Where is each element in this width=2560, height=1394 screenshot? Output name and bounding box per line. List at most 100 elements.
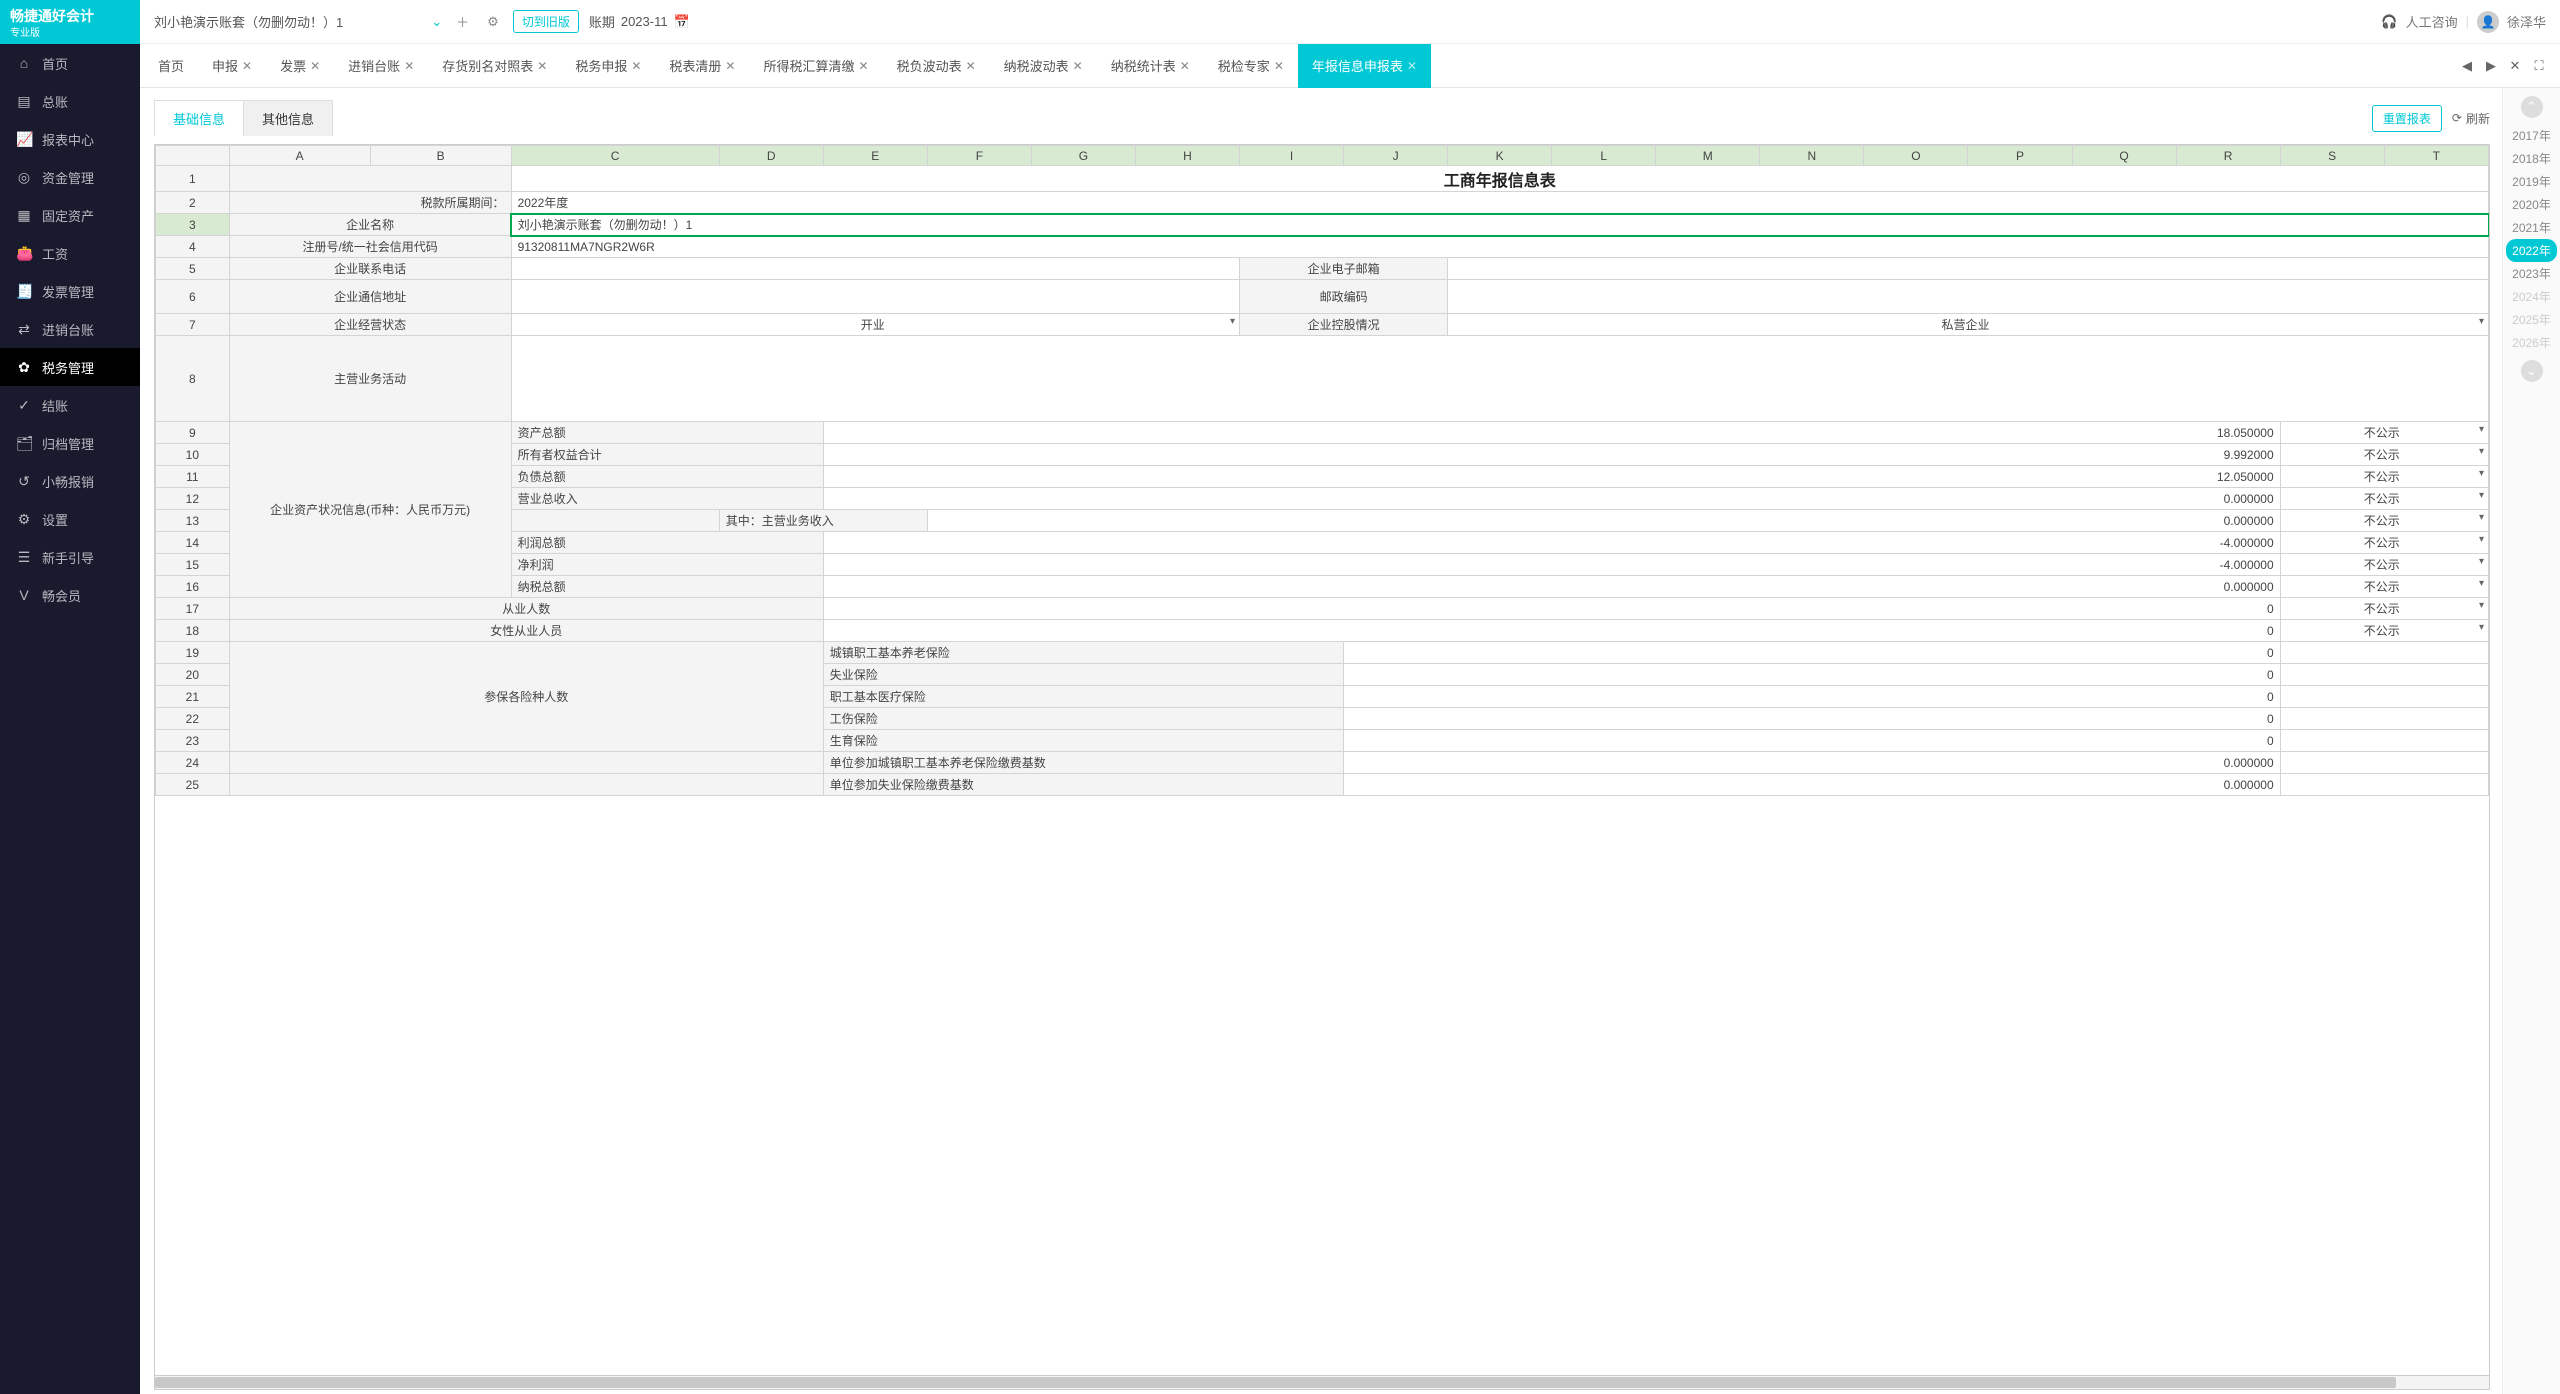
col-header[interactable]: O	[1864, 146, 1968, 166]
row-header[interactable]: 5	[156, 258, 230, 280]
row-header[interactable]: 15	[156, 554, 230, 576]
year-2025年[interactable]: 2025年	[2506, 308, 2557, 331]
close-icon[interactable]: ✕	[242, 59, 252, 73]
row-header[interactable]: 24	[156, 752, 230, 774]
col-header[interactable]: N	[1760, 146, 1864, 166]
close-icon[interactable]: ✕	[1407, 59, 1417, 73]
close-icon[interactable]: ✕	[1274, 59, 1284, 73]
sidebar-item-8[interactable]: ✿税务管理	[0, 348, 140, 386]
close-icon[interactable]: ✕	[1073, 59, 1083, 73]
sidebar-item-5[interactable]: 👛工资	[0, 234, 140, 272]
tab-4[interactable]: 存货别名对照表✕	[428, 44, 561, 88]
sidebar-item-12[interactable]: ⚙设置	[0, 500, 140, 538]
year-2018年[interactable]: 2018年	[2506, 147, 2557, 170]
switch-old-version-button[interactable]: 切到旧版	[513, 10, 579, 33]
tab-11[interactable]: 税检专家✕	[1204, 44, 1298, 88]
tabs-next-button[interactable]: ▶	[2480, 55, 2502, 77]
col-header[interactable]: F	[927, 146, 1031, 166]
col-header[interactable]: M	[1656, 146, 1760, 166]
reset-report-button[interactable]: 重置报表	[2372, 105, 2442, 132]
sidebar-item-9[interactable]: ✓结账	[0, 386, 140, 424]
col-header[interactable]: C	[511, 146, 719, 166]
col-header[interactable]: K	[1448, 146, 1552, 166]
col-header[interactable]: I	[1240, 146, 1344, 166]
row-header[interactable]: 12	[156, 488, 230, 510]
row-header[interactable]: 10	[156, 444, 230, 466]
row-header[interactable]: 22	[156, 708, 230, 730]
tab-3[interactable]: 进销台账✕	[334, 44, 428, 88]
col-header[interactable]: G	[1031, 146, 1135, 166]
sidebar-item-14[interactable]: V畅会员	[0, 576, 140, 614]
refresh-button[interactable]: ⟳ 刷新	[2452, 110, 2490, 127]
tabs-close-button[interactable]: ✕	[2504, 55, 2526, 77]
row-header[interactable]: 23	[156, 730, 230, 752]
tab-5[interactable]: 税务申报✕	[561, 44, 655, 88]
inner-tab-0[interactable]: 基础信息	[155, 101, 244, 136]
row-header[interactable]: 25	[156, 774, 230, 796]
close-icon[interactable]: ✕	[631, 59, 641, 73]
sidebar-item-4[interactable]: ▦固定资产	[0, 196, 140, 234]
close-icon[interactable]: ✕	[404, 59, 414, 73]
row-header[interactable]: 4	[156, 236, 230, 258]
tab-9[interactable]: 纳税波动表✕	[990, 44, 1097, 88]
tabs-fullscreen-button[interactable]: ⛶	[2528, 55, 2550, 77]
sidebar-item-10[interactable]: 🗂归档管理	[0, 424, 140, 462]
row-header[interactable]: 17	[156, 598, 230, 620]
tab-8[interactable]: 税负波动表✕	[883, 44, 990, 88]
row-header[interactable]: 20	[156, 664, 230, 686]
col-header[interactable]: H	[1135, 146, 1239, 166]
row-header[interactable]: 7	[156, 314, 230, 336]
sidebar-item-2[interactable]: 📈报表中心	[0, 120, 140, 158]
row-header[interactable]: 3	[156, 214, 230, 236]
year-2026年[interactable]: 2026年	[2506, 331, 2557, 354]
tabs-prev-button[interactable]: ◀	[2456, 55, 2478, 77]
sidebar-item-1[interactable]: ▤总账	[0, 82, 140, 120]
spreadsheet[interactable]: ABCDEFGHIJKLMNOPQRST1工商年报信息表2税款所属期间：2022…	[154, 144, 2490, 1376]
close-icon[interactable]: ✕	[537, 59, 547, 73]
row-header[interactable]: 1	[156, 166, 230, 192]
col-header[interactable]: Q	[2072, 146, 2176, 166]
col-header[interactable]: E	[823, 146, 927, 166]
row-header[interactable]: 16	[156, 576, 230, 598]
close-icon[interactable]: ✕	[1180, 59, 1190, 73]
sidebar-item-11[interactable]: ↺小畅报销	[0, 462, 140, 500]
col-header[interactable]: S	[2280, 146, 2384, 166]
horizontal-scrollbar[interactable]	[154, 1376, 2490, 1390]
company-name-cell[interactable]: 刘小艳演示账套（勿删勿动！）1	[511, 214, 2488, 236]
consult-link[interactable]: 人工咨询	[2406, 12, 2458, 31]
row-header[interactable]: 18	[156, 620, 230, 642]
add-account-button[interactable]: ＋	[452, 12, 473, 31]
tab-12[interactable]: 年报信息申报表✕	[1298, 44, 1431, 88]
close-icon[interactable]: ✕	[966, 59, 976, 73]
account-selector[interactable]: 刘小艳演示账套（勿删勿动！）1 ⌄	[154, 12, 442, 31]
tab-2[interactable]: 发票✕	[266, 44, 334, 88]
rail-collapse-up-button[interactable]: ⌃	[2521, 96, 2543, 118]
col-header[interactable]: J	[1344, 146, 1448, 166]
row-header[interactable]: 13	[156, 510, 230, 532]
close-icon[interactable]: ✕	[310, 59, 320, 73]
close-icon[interactable]: ✕	[725, 59, 735, 73]
year-2020年[interactable]: 2020年	[2506, 193, 2557, 216]
tab-0[interactable]: 首页	[144, 44, 198, 88]
inner-tab-1[interactable]: 其他信息	[244, 101, 332, 136]
row-header[interactable]: 19	[156, 642, 230, 664]
year-2023年[interactable]: 2023年	[2506, 262, 2557, 285]
tab-6[interactable]: 税表清册✕	[655, 44, 749, 88]
tab-7[interactable]: 所得税汇算清缴✕	[749, 44, 882, 88]
year-2024年[interactable]: 2024年	[2506, 285, 2557, 308]
col-header[interactable]: D	[719, 146, 823, 166]
row-header[interactable]: 11	[156, 466, 230, 488]
avatar[interactable]: 👤	[2477, 11, 2499, 33]
year-2019年[interactable]: 2019年	[2506, 170, 2557, 193]
row-header[interactable]: 9	[156, 422, 230, 444]
row-header[interactable]: 2	[156, 192, 230, 214]
sidebar-item-0[interactable]: ⌂首页	[0, 44, 140, 82]
col-header[interactable]: P	[1968, 146, 2072, 166]
col-header[interactable]: A	[229, 146, 370, 166]
row-header[interactable]: 21	[156, 686, 230, 708]
sidebar-item-6[interactable]: 🧾发票管理	[0, 272, 140, 310]
tab-10[interactable]: 纳税统计表✕	[1097, 44, 1204, 88]
col-header[interactable]: R	[2176, 146, 2280, 166]
sidebar-item-13[interactable]: ☰新手引导	[0, 538, 140, 576]
year-2021年[interactable]: 2021年	[2506, 216, 2557, 239]
